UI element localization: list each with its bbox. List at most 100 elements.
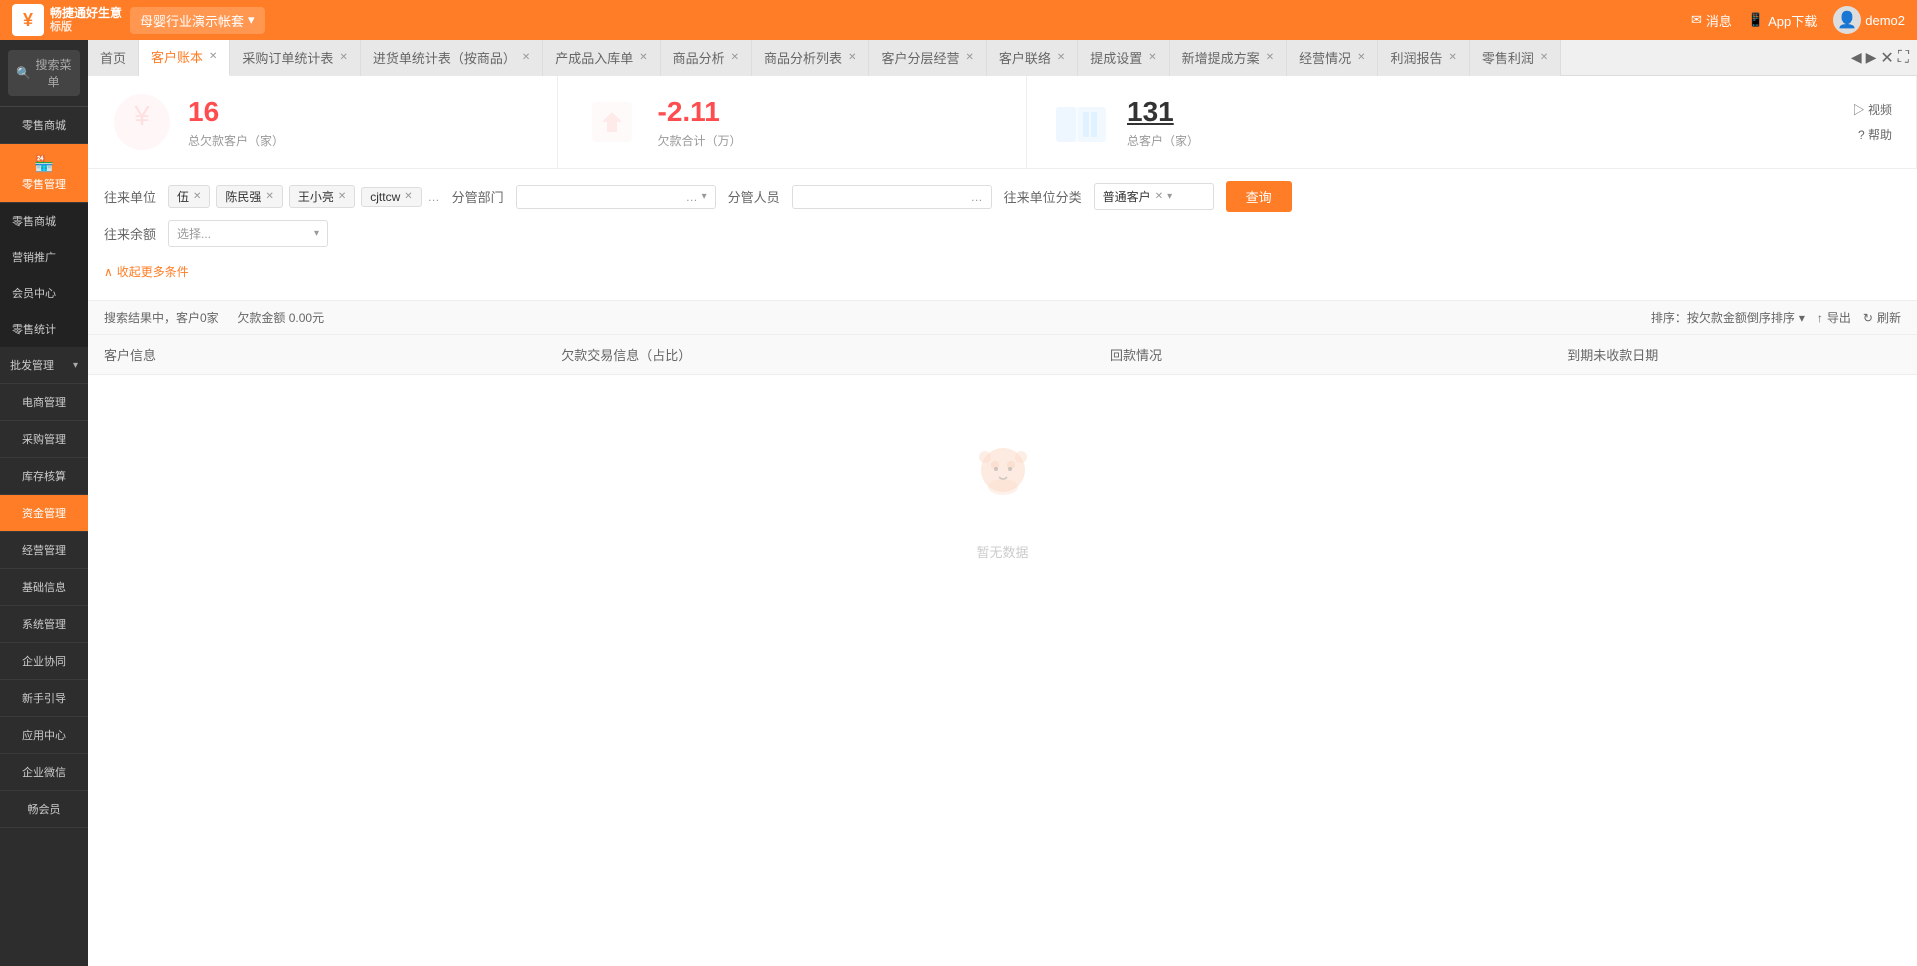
tab-close-customer-tier[interactable]: ✕ (965, 52, 973, 63)
sidebar-subitem-retail-stats[interactable]: 零售统计 (0, 311, 88, 347)
sidebar-item-corp-collab[interactable]: 企业协同 (0, 643, 88, 680)
user-menu[interactable]: 👤 demo2 (1833, 6, 1905, 34)
tab-close-profit-report[interactable]: ✕ (1449, 52, 1457, 63)
tab-goods-analysis-list[interactable]: 商品分析列表 ✕ (752, 40, 869, 76)
video-btn[interactable]: ▷ 视频 (1853, 101, 1892, 118)
play-icon: ▷ (1853, 103, 1865, 117)
help-label: 帮助 (1868, 128, 1892, 142)
person-more-icon: … (971, 190, 983, 204)
message-label: 消息 (1706, 11, 1732, 30)
sidebar-item-vip[interactable]: 畅会员 (0, 791, 88, 828)
sidebar-item-app-center[interactable]: 应用中心 (0, 717, 88, 754)
newcomer-label: 新手引导 (22, 693, 66, 705)
tab-prev-icon[interactable]: ◀ (1851, 49, 1862, 66)
sidebar-subitem-retail-shop[interactable]: 零售商城 (0, 203, 88, 239)
query-button[interactable]: 查询 (1226, 181, 1292, 212)
message-button[interactable]: ✉ 消息 (1691, 11, 1732, 30)
tab-goods-inbound-label: 进货单统计表（按商品） (373, 48, 516, 67)
tab-close-customer-capital[interactable]: ✕ (209, 51, 217, 62)
tab-profit-report[interactable]: 利润报告 ✕ (1378, 40, 1469, 76)
app-download-button[interactable]: 📱 App下载 (1748, 11, 1817, 30)
retail-shop-label: 零售商城 (12, 216, 56, 228)
unit-type-tag: 普通客户 ✕ (1103, 188, 1163, 205)
sort-selector[interactable]: 排序：按欠款金额倒序排序 ▾ (1651, 309, 1805, 326)
sidebar-item-inventory[interactable]: 库存核算 (0, 458, 88, 495)
tab-goods-analysis-label: 商品分析 (673, 48, 725, 67)
export-button[interactable]: ↑ 导出 (1817, 309, 1851, 326)
table-header: 客户信息 欠款交易信息（占比） 回款情况 到期未收款日期 (88, 335, 1917, 375)
tab-goods-analysis[interactable]: 商品分析 ✕ (661, 40, 752, 76)
tab-close-customer-contact[interactable]: ✕ (1057, 52, 1065, 63)
tab-close-purchase-order[interactable]: ✕ (339, 52, 347, 63)
search-menu-button[interactable]: 🔍 搜索菜单 (8, 50, 80, 96)
tab-purchase-order-label: 采购订单统计表 (242, 48, 333, 67)
tab-close-retail-profit[interactable]: ✕ (1540, 52, 1548, 63)
tab-goods-inbound[interactable]: 进货单统计表（按商品） ✕ (361, 40, 543, 76)
logo-area: ¥ 畅捷通好生意 标版 (12, 4, 122, 36)
refresh-button[interactable]: ↻ 刷新 (1863, 309, 1901, 326)
tab-operations-status[interactable]: 经营情况 ✕ (1287, 40, 1378, 76)
balance-filter-select[interactable]: 选择... ▾ (168, 220, 328, 247)
dept-more-icon: … (686, 190, 698, 204)
tab-customer-tier[interactable]: 客户分层经营 ✕ (869, 40, 986, 76)
person-filter-select[interactable]: … (792, 185, 992, 209)
remove-tag-wu[interactable]: ✕ (193, 191, 201, 202)
result-actions: 排序：按欠款金额倒序排序 ▾ ↑ 导出 ↻ 刷新 (1651, 309, 1901, 326)
tab-production-inbound[interactable]: 产成品入库单 ✕ (543, 40, 660, 76)
collapse-button[interactable]: ∧ 收起更多条件 (104, 263, 1901, 280)
stat-item-total: 131 总客户（家） ▷ 视频 ? 帮助 (1027, 76, 1917, 168)
help-btn[interactable]: ? 帮助 (1858, 126, 1892, 143)
sidebar-item-operations[interactable]: 经营管理 (0, 532, 88, 569)
sidebar-item-quick-nav[interactable]: 零售商城 (0, 107, 88, 144)
filter-tags-more[interactable]: … (428, 190, 440, 204)
suite-label: 母婴行业演示帐套 (140, 11, 244, 30)
sidebar-item-system[interactable]: 系统管理 (0, 606, 88, 643)
help-icon: ? (1858, 128, 1865, 142)
sidebar-subitem-member[interactable]: 会员中心 (0, 275, 88, 311)
tab-close-goods-analysis-list[interactable]: ✕ (848, 52, 856, 63)
sidebar-item-ecommerce[interactable]: 电商管理 (0, 384, 88, 421)
logo-line1: 畅捷通好生意 (50, 6, 122, 20)
tab-next-icon[interactable]: ▶ (1866, 49, 1877, 66)
sidebar-subitem-marketing[interactable]: 营销推广 (0, 239, 88, 275)
sidebar-item-purchase[interactable]: 采购管理 (0, 421, 88, 458)
tab-home[interactable]: 首页 (88, 40, 139, 76)
sort-label: 排序：按欠款金额倒序排序 (1651, 309, 1795, 326)
tab-customer-contact-label: 客户联络 (999, 48, 1051, 67)
tab-close-new-raise-plan[interactable]: ✕ (1266, 52, 1274, 63)
sidebar-item-finance[interactable]: 资金管理 (0, 495, 88, 532)
tab-close-raise-settings[interactable]: ✕ (1148, 52, 1156, 63)
tab-retail-profit[interactable]: 零售利润 ✕ (1470, 40, 1561, 76)
retail-mgmt-label: 零售管理 (8, 176, 80, 192)
sidebar-item-basic-info[interactable]: 基础信息 (0, 569, 88, 606)
sidebar-item-newcomer[interactable]: 新手引导 (0, 680, 88, 717)
dept-filter-select[interactable]: … ▾ (516, 185, 716, 209)
stat-info-customers: 16 总欠款客户（家） (188, 96, 284, 149)
sidebar-item-retail-mgmt[interactable]: 🏪 零售管理 (0, 144, 88, 203)
top-bar: ¥ 畅捷通好生意 标版 母婴行业演示帐套 ▾ ✉ 消息 📱 App下载 👤 de… (0, 0, 1917, 40)
tab-raise-settings[interactable]: 提成设置 ✕ (1078, 40, 1169, 76)
suite-selector[interactable]: 母婴行业演示帐套 ▾ (130, 7, 265, 34)
remove-tag-chen[interactable]: ✕ (265, 191, 273, 202)
tab-new-raise-plan[interactable]: 新增提成方案 ✕ (1170, 40, 1287, 76)
tab-bar-actions: ◀ ▶ ✕ ⛶ (1843, 48, 1917, 68)
tab-close-production[interactable]: ✕ (639, 52, 647, 63)
tab-close-goods-inbound[interactable]: ✕ (522, 52, 530, 63)
tab-close-all-icon[interactable]: ✕ (1880, 48, 1893, 68)
remove-tag-cjttcw[interactable]: ✕ (404, 191, 412, 202)
tab-customer-contact[interactable]: 客户联络 ✕ (987, 40, 1078, 76)
tab-customer-capital[interactable]: 客户账本 ✕ (139, 40, 230, 76)
stat-info-total: 131 总客户（家） (1127, 96, 1199, 149)
sort-arrow-icon: ▾ (1799, 311, 1805, 325)
tab-fullscreen-icon[interactable]: ⛶ (1898, 49, 1909, 67)
unit-filter-label: 往来单位 (104, 187, 156, 206)
remove-tag-wang[interactable]: ✕ (338, 191, 346, 202)
debt-icon (582, 92, 642, 152)
remove-unit-type-tag[interactable]: ✕ (1155, 191, 1163, 202)
unit-type-filter[interactable]: 普通客户 ✕ ▾ (1094, 183, 1214, 210)
sidebar-item-corp-wechat[interactable]: 企业微信 (0, 754, 88, 791)
sidebar-item-batch-mgmt[interactable]: 批发管理 ▾ (0, 347, 88, 384)
tab-purchase-order[interactable]: 采购订单统计表 ✕ (230, 40, 360, 76)
tab-close-goods-analysis[interactable]: ✕ (731, 52, 739, 63)
tab-close-operations-status[interactable]: ✕ (1357, 52, 1365, 63)
